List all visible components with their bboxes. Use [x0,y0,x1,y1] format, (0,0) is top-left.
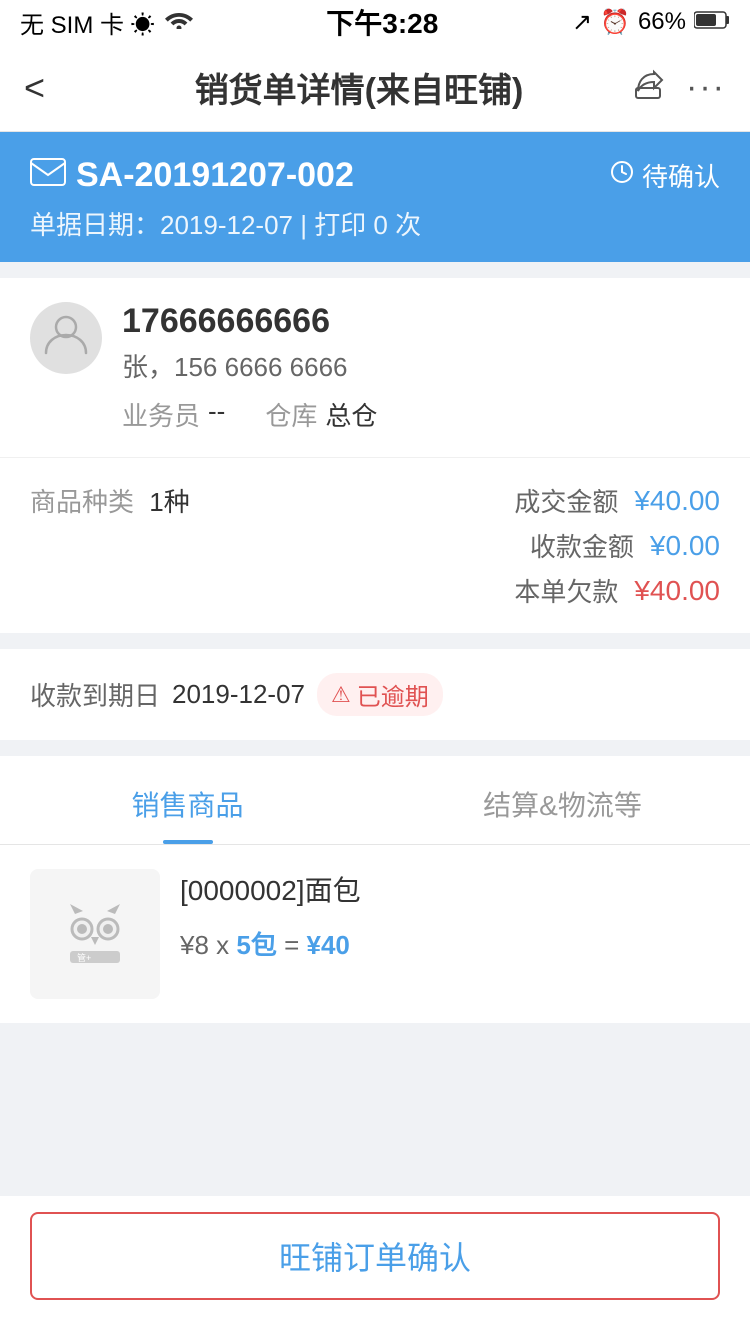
battery-icon [694,8,730,36]
order-envelope-icon [30,158,66,193]
page-title: 销货单详情(来自旺铺) [84,63,634,112]
price-total: ¥40 [306,930,349,960]
status-time: 下午3:28 [326,2,438,42]
order-date: 单据日期：2019-12-07 | 打印 0 次 [30,205,720,242]
deal-amount-label: 成交金额 [514,482,618,519]
wifi-icon [165,8,193,36]
sim-status: 无 SIM 卡 ☀ [20,5,155,40]
due-date: 2019-12-07 [172,679,305,710]
empty-space [0,1023,750,1223]
status-bar: 无 SIM 卡 ☀ 下午3:28 ↗ ⏰ 66% [0,0,750,44]
payment-label: 收款金额 [530,527,634,564]
tabs-header: 销售商品 结算&物流等 [0,756,750,845]
salesperson-value: -- [208,396,225,433]
customer-phone: 17666666666 [122,302,720,341]
back-button[interactable]: < [24,67,84,109]
warehouse-value: 总仓 [325,396,377,433]
price-quantity: 5包 [236,930,276,960]
price-equals: = [277,930,307,960]
product-type: 商品种类 1种 [30,482,190,519]
product-image: 管+ [30,869,160,999]
confirm-order-button[interactable]: 旺铺订单确认 [30,1212,720,1300]
share-icon[interactable] [634,68,666,108]
status-right: ↗ ⏰ 66% [572,8,730,37]
avatar [30,302,102,374]
product-logo-icon: 管+ [55,899,135,969]
due-label: 收款到期日 [30,676,160,713]
customer-name: 张，156 6666 6666 [122,347,720,384]
price-base: ¥8 x [180,930,236,960]
status-left: 无 SIM 卡 ☀ [20,5,193,40]
customer-section: 17666666666 张，156 6666 6666 业务员 -- 仓库 总仓 [0,278,750,457]
product-type-label: 商品种类 [30,487,134,517]
customer-meta: 业务员 -- 仓库 总仓 [122,396,720,433]
tabs-section: 销售商品 结算&物流等 管+ [0,756,750,1023]
product-info: [0000002]面包 ¥8 x 5包 = ¥40 [180,869,720,999]
nav-bar: < 销货单详情(来自旺铺) ··· [0,44,750,132]
payment-row: 收款金额 ¥0.00 [514,527,720,564]
svg-text:管+: 管+ [77,952,91,963]
location-icon: ↗ [572,8,592,37]
bottom-bar: 旺铺订单确认 [0,1196,750,1334]
overdue-badge: ⚠ 已逾期 [317,673,443,716]
tab-sales-product[interactable]: 销售商品 [0,756,375,844]
salesperson-meta: 业务员 -- [122,396,225,433]
due-date-section: 收款到期日 2019-12-07 ⚠ 已逾期 [0,649,750,740]
customer-info: 17666666666 张，156 6666 6666 业务员 -- 仓库 总仓 [122,302,720,433]
tab-settlement[interactable]: 结算&物流等 [375,756,750,844]
deal-amount-row: 成交金额 ¥40.00 [514,482,720,519]
clock-icon [610,160,634,191]
debt-label: 本单欠款 [514,572,618,609]
product-item: 管+ [0000002]面包 ¥8 x 5包 = ¥40 [0,845,750,1023]
debt-value: ¥40.00 [634,575,720,607]
alarm-icon: ⏰ [600,8,630,37]
warehouse-label: 仓库 [265,396,317,433]
salesperson-label: 业务员 [122,396,200,433]
warehouse-meta: 仓库 总仓 [265,396,377,433]
user-icon [42,309,90,368]
deal-amount-value: ¥40.00 [634,485,720,517]
product-price-formula: ¥8 x 5包 = ¥40 [180,925,720,962]
product-name: [0000002]面包 [180,869,720,909]
overdue-text: 已逾期 [357,677,429,712]
order-id: SA-20191207-002 [30,156,354,195]
status-text: 待确认 [642,157,720,194]
product-type-value: 1种 [149,487,189,517]
battery-level: 66% [638,8,686,36]
more-icon[interactable]: ··· [686,68,726,107]
amount-stats: 成交金额 ¥40.00 收款金额 ¥0.00 本单欠款 ¥40.00 [514,482,720,609]
order-stats: 商品种类 1种 成交金额 ¥40.00 收款金额 ¥0.00 本单欠款 ¥40.… [0,457,750,633]
payment-value: ¥0.00 [650,530,720,562]
order-header: SA-20191207-002 待确认 单据日期：2019-12-07 | 打印… [0,132,750,262]
debt-row: 本单欠款 ¥40.00 [514,572,720,609]
warning-icon: ⚠ [331,682,351,708]
nav-actions: ··· [634,68,726,108]
order-status: 待确认 [610,157,720,194]
